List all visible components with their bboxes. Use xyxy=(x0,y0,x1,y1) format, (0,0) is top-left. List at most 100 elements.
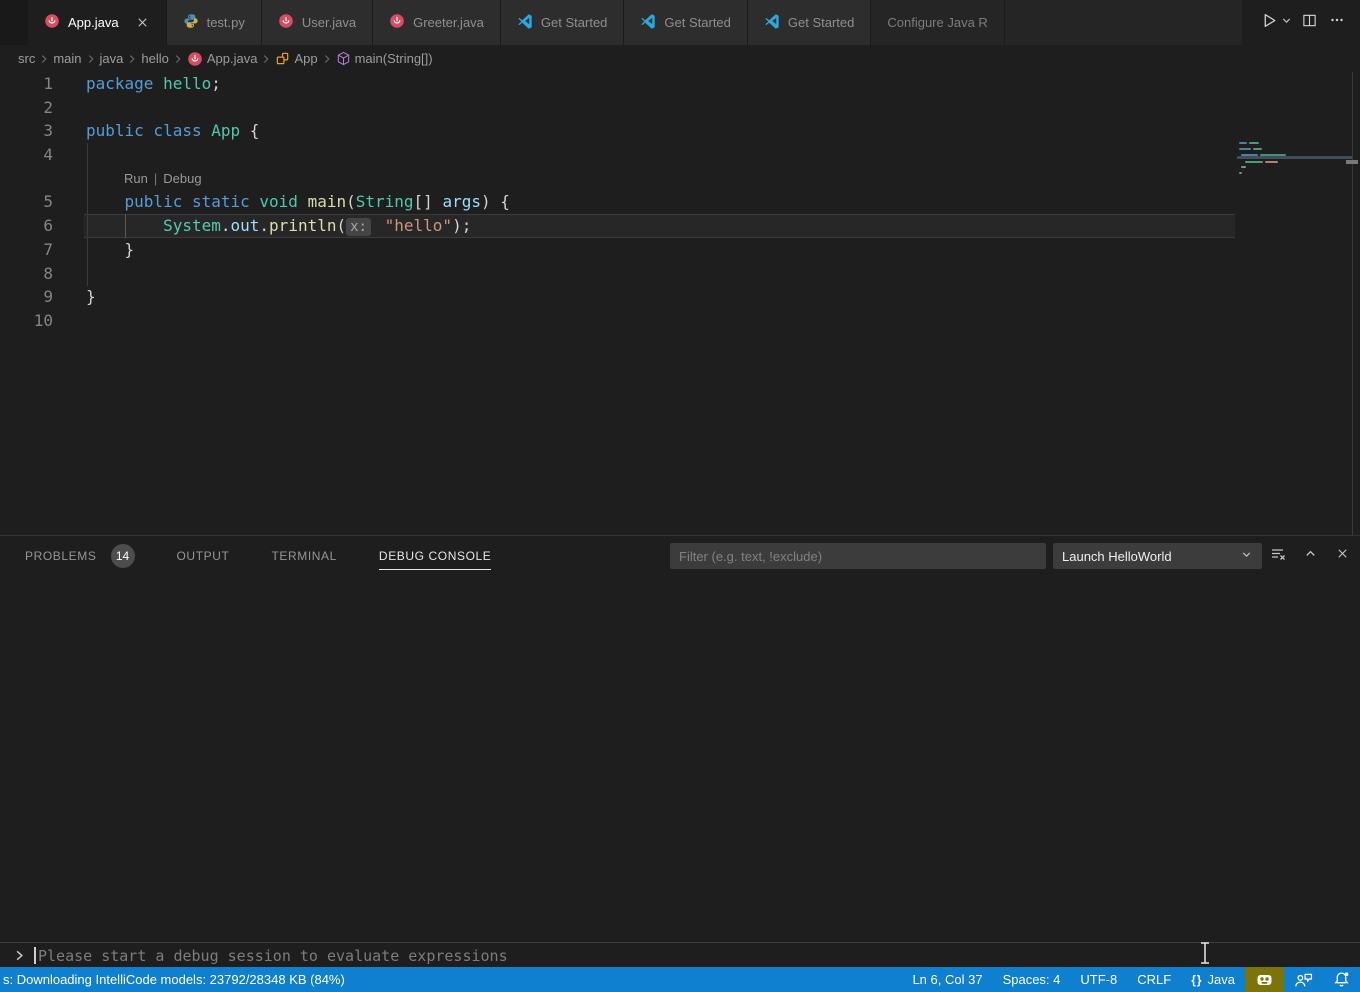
debug-console-output[interactable] xyxy=(0,576,1360,942)
panel-tab-debug-console[interactable]: DEBUG CONSOLE xyxy=(378,536,492,576)
java-file-icon xyxy=(187,51,203,67)
line-number[interactable]: 9 xyxy=(0,285,53,309)
codelens-debug-link[interactable]: Debug xyxy=(163,171,201,186)
run-dropdown-button[interactable] xyxy=(1278,10,1294,36)
minimap[interactable] xyxy=(1237,140,1352,200)
code-content: } xyxy=(86,287,96,307)
line-number[interactable]: 4 xyxy=(0,143,53,167)
tab-greeter-java-3[interactable]: Greeter.java xyxy=(373,0,501,45)
code-line-9[interactable]: 9} xyxy=(0,285,1360,309)
debug-configuration-select[interactable]: Launch HelloWorld xyxy=(1053,543,1262,569)
tab-label: Configure Java R xyxy=(887,15,988,30)
breadcrumb: src main java hello App.java App main(String[]… xyxy=(0,45,1360,72)
code-line-6[interactable]: 6 System.out.println(x: "hello"); xyxy=(0,214,1360,238)
tab-get-started-6[interactable]: Get Started xyxy=(747,0,872,45)
line-number[interactable]: 5 xyxy=(0,190,53,214)
status-item-label: CRLF xyxy=(1137,972,1172,987)
status-item-notifications[interactable] xyxy=(1323,967,1360,992)
code-line-7[interactable]: 7 } xyxy=(0,238,1360,262)
status-item-encoding[interactable]: UTF-8 xyxy=(1070,967,1127,992)
code-line-10[interactable]: 10 xyxy=(0,309,1360,333)
tab-test-py-1[interactable]: test.py xyxy=(166,0,262,45)
console-placeholder-message: Please start a debug session to evaluate… xyxy=(38,946,508,965)
panel-tab-problems[interactable]: PROBLEMS 14 xyxy=(25,536,135,576)
panel-tab-label: TERMINAL xyxy=(271,549,337,563)
panel-tab-label: PROBLEMS xyxy=(25,549,97,563)
overview-ruler-marker xyxy=(1346,160,1358,164)
tab-label: Greeter.java xyxy=(413,15,484,30)
code-content: package hello; xyxy=(86,74,221,93)
tab-label: Get Started xyxy=(787,15,855,30)
breadcrumb-item-main-string[interactable]: main(String[]) xyxy=(336,51,433,66)
panel-tab-terminal[interactable]: TERMINAL xyxy=(271,536,336,576)
code-content: } xyxy=(86,239,135,259)
line-number[interactable]: 8 xyxy=(0,262,53,286)
clear-console-button[interactable] xyxy=(1266,544,1290,568)
panel-tab-output[interactable]: OUTPUT xyxy=(177,536,230,576)
method-symbol-icon xyxy=(336,51,351,66)
intellicode-download-status[interactable]: s: Downloading IntelliCode models: 23792… xyxy=(0,967,345,992)
code-line-5[interactable]: 5 public static void main(String[] args)… xyxy=(0,190,1360,214)
debug-console-input[interactable]: Please start a debug session to evaluate… xyxy=(0,942,1360,968)
status-item-indentation[interactable]: Spaces: 4 xyxy=(993,967,1071,992)
filter-input[interactable] xyxy=(670,543,1046,569)
code-line-3[interactable]: 3 public class App { xyxy=(0,119,1360,143)
status-item-language-mode[interactable]: {} Java xyxy=(1181,967,1245,992)
line-number[interactable]: 10 xyxy=(0,309,53,333)
chevron-down-icon xyxy=(1240,548,1253,564)
status-item-end-of-line[interactable]: CRLF xyxy=(1127,967,1181,992)
window-edge xyxy=(0,0,28,45)
tab-get-started-4[interactable]: Get Started xyxy=(500,0,625,45)
split-editor-button[interactable] xyxy=(1296,10,1322,36)
code-line-8[interactable]: 8 xyxy=(0,262,1360,286)
panel-header: PROBLEMS 14 OUTPUT TERMINAL DEBUG CONSOLE La… xyxy=(0,536,1360,576)
code-line-1[interactable]: 1 package hello; xyxy=(0,72,1360,96)
status-item-label: Java xyxy=(1207,972,1235,987)
line-number[interactable]: 6 xyxy=(0,214,53,238)
line-number[interactable]: 7 xyxy=(0,238,53,262)
clear-console-icon xyxy=(1270,546,1286,567)
vscode-icon xyxy=(764,13,780,32)
line-number[interactable]: 3 xyxy=(0,119,53,143)
chevron-right-icon xyxy=(84,52,98,66)
code-editor[interactable]: 1 package hello; 2 3 public class App { 4 Run |… xyxy=(0,72,1360,535)
editor-tab-bar: App.java test.py User.java Greeter.java Get … xyxy=(0,0,1360,45)
code-line-2[interactable]: 2 xyxy=(0,96,1360,120)
breadcrumb-item-main[interactable]: main xyxy=(53,51,81,66)
editor-scrollbar[interactable] xyxy=(1352,72,1353,535)
chevron-right-icon xyxy=(320,52,334,66)
close-icon xyxy=(1335,546,1350,566)
tab-configure-java-r-7[interactable]: Configure Java R xyxy=(871,0,1005,45)
close-tab-icon[interactable] xyxy=(135,15,150,30)
breadcrumb-item-java[interactable]: java xyxy=(100,51,124,66)
status-item-intellicode[interactable] xyxy=(1245,967,1284,992)
close-panel-button[interactable] xyxy=(1330,544,1354,568)
code-line-4[interactable]: 4 xyxy=(0,143,1360,167)
codelens-run-link[interactable]: Run xyxy=(124,171,148,186)
tab-user-java-2[interactable]: User.java xyxy=(261,0,374,45)
vscode-icon xyxy=(640,13,656,32)
breadcrumb-item-app[interactable]: App xyxy=(275,51,318,66)
tab-app-java-0[interactable]: App.java xyxy=(28,0,167,45)
status-item-feedback[interactable] xyxy=(1284,967,1323,992)
breadcrumb-item-app-java[interactable]: App.java xyxy=(187,51,257,67)
code-content: public static void main(String[] args) { xyxy=(124,192,510,212)
bottom-panel: PROBLEMS 14 OUTPUT TERMINAL DEBUG CONSOLE La… xyxy=(0,535,1360,967)
tab-label: User.java xyxy=(301,15,357,30)
maximize-panel-button[interactable] xyxy=(1298,544,1322,568)
chevron-right-icon xyxy=(125,52,139,66)
panel-tabs: PROBLEMS 14 OUTPUT TERMINAL DEBUG CONSOLE xyxy=(25,536,491,576)
line-number[interactable]: 2 xyxy=(0,96,53,120)
tabs-container: App.java test.py User.java Greeter.java Get … xyxy=(28,0,1005,45)
more-actions-button[interactable] xyxy=(1324,10,1350,36)
breadcrumb-item-hello[interactable]: hello xyxy=(141,51,168,66)
line-number[interactable]: 1 xyxy=(0,72,53,96)
codelens-separator: | xyxy=(153,170,158,186)
java-file-icon xyxy=(389,13,405,32)
tab-get-started-5[interactable]: Get Started xyxy=(624,0,748,45)
status-item-cursor-position[interactable]: Ln 6, Col 37 xyxy=(902,967,992,992)
feedback-icon xyxy=(1294,972,1313,988)
code-content: public class App { xyxy=(86,121,260,141)
status-item-label: Spaces: 4 xyxy=(1002,972,1061,987)
breadcrumb-item-src[interactable]: src xyxy=(18,51,35,66)
